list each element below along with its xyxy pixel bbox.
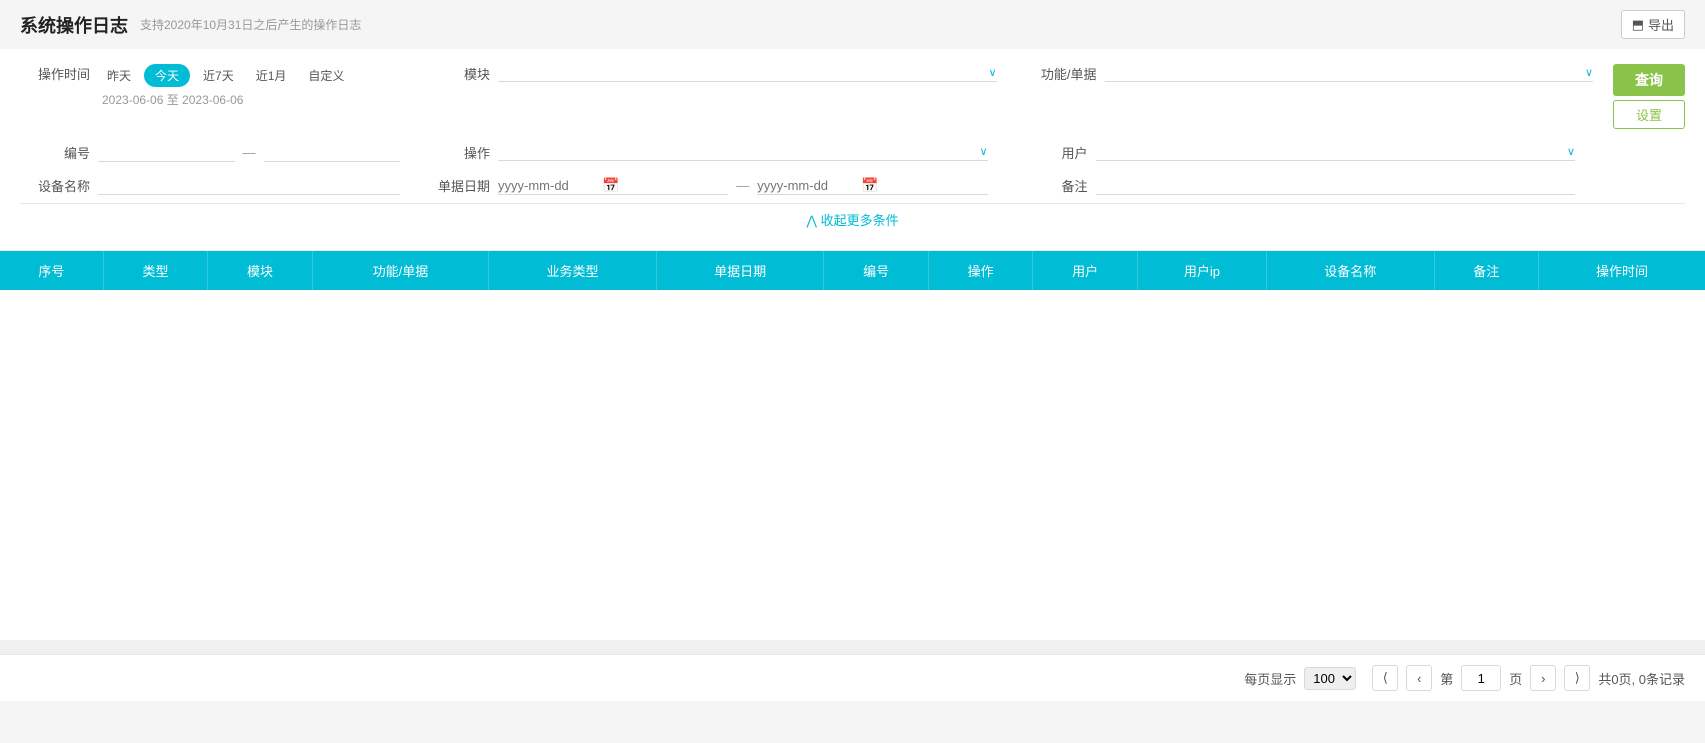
- number-label: 编号: [20, 143, 90, 162]
- time-range: 2023-06-06 至 2023-06-06: [102, 91, 353, 108]
- scrollbar-area[interactable]: [0, 640, 1705, 654]
- number-input-from[interactable]: [98, 144, 235, 159]
- remark-input[interactable]: [1096, 177, 1576, 192]
- operation-label: 操作: [420, 143, 490, 162]
- page-unit: 页: [1509, 669, 1522, 688]
- col-voucher-date: 单据日期: [656, 251, 824, 290]
- table-wrap: 序号 类型 模块 功能/单据 业务类型 单据日期 编号 操作 用户 用户ip 设…: [0, 251, 1705, 640]
- last-page-button[interactable]: ⟩: [1564, 665, 1590, 691]
- feature-select[interactable]: ∨: [1105, 66, 1594, 82]
- pagination-bar: 每页显示 100 50 200 ⟨ ‹ 第 页 › ⟩ 共0页, 0条记录: [0, 654, 1705, 701]
- export-button[interactable]: ⬒ 导出: [1621, 10, 1685, 39]
- user-label: 用户: [1008, 143, 1088, 162]
- module-label: 模块: [420, 64, 490, 83]
- col-biz-type: 业务类型: [489, 251, 657, 290]
- date-to-wrap: 📅: [757, 177, 987, 195]
- col-operation: 操作: [928, 251, 1032, 290]
- action-buttons: 查询 设置: [1613, 64, 1685, 129]
- operation-arrow-icon: ∨: [979, 145, 987, 158]
- empty-area: [0, 290, 1705, 640]
- date-from-input[interactable]: [498, 178, 598, 193]
- page-label: 第: [1440, 669, 1453, 688]
- number-input-from-wrap: [98, 144, 235, 162]
- time-btn-yesterday[interactable]: 昨天: [98, 64, 140, 87]
- data-table: 序号 类型 模块 功能/单据 业务类型 单据日期 编号 操作 用户 用户ip 设…: [0, 251, 1705, 290]
- time-buttons: 昨天 今天 近7天 近1月 自定义: [98, 64, 353, 87]
- page-header: 系统操作日志 支持2020年10月31日之后产生的操作日志 ⬒ 导出: [0, 0, 1705, 49]
- col-feature: 功能/单据: [312, 251, 488, 290]
- date-to-input[interactable]: [757, 178, 857, 193]
- table-header-row: 序号 类型 模块 功能/单据 业务类型 单据日期 编号 操作 用户 用户ip 设…: [0, 251, 1705, 290]
- page-subtitle: 支持2020年10月31日之后产生的操作日志: [140, 16, 361, 33]
- col-module: 模块: [208, 251, 312, 290]
- col-user-ip: 用户ip: [1137, 251, 1266, 290]
- collapse-icon: ⋀: [806, 213, 817, 228]
- module-arrow-icon: ∨: [988, 66, 996, 79]
- feature-label: 功能/单据: [1017, 64, 1097, 83]
- date-from-wrap: 📅: [498, 177, 728, 195]
- time-btn-7days[interactable]: 近7天: [194, 64, 243, 87]
- module-select[interactable]: ∨: [498, 66, 997, 82]
- prev-page-button[interactable]: ‹: [1406, 665, 1432, 691]
- col-remark: 备注: [1434, 251, 1538, 290]
- calendar-from-icon[interactable]: 📅: [602, 177, 619, 194]
- time-btn-1month[interactable]: 近1月: [247, 64, 296, 87]
- time-btn-today[interactable]: 今天: [144, 64, 190, 87]
- user-arrow-icon: ∨: [1567, 145, 1575, 158]
- number-input-to-wrap: [264, 144, 401, 162]
- first-page-button[interactable]: ⟨: [1372, 665, 1398, 691]
- next-page-button[interactable]: ›: [1530, 665, 1556, 691]
- setting-button[interactable]: 设置: [1613, 100, 1685, 129]
- time-label: 操作时间: [20, 64, 90, 83]
- query-button[interactable]: 查询: [1613, 64, 1685, 96]
- col-user: 用户: [1033, 251, 1137, 290]
- filter-area: 操作时间 昨天 今天 近7天 近1月 自定义 2023-06-06 至 2023…: [0, 49, 1705, 251]
- remark-label: 备注: [1008, 176, 1088, 195]
- device-input[interactable]: [98, 177, 400, 192]
- col-index: 序号: [0, 251, 103, 290]
- calendar-to-icon[interactable]: 📅: [861, 177, 878, 194]
- total-info: 共0页, 0条记录: [1598, 669, 1685, 688]
- page-size-select[interactable]: 100 50 200: [1304, 667, 1356, 690]
- export-icon: ⬒: [1632, 17, 1644, 33]
- col-type: 类型: [103, 251, 207, 290]
- col-number: 编号: [824, 251, 928, 290]
- collapse-label: 收起更多条件: [821, 213, 899, 228]
- title-area: 系统操作日志 支持2020年10月31日之后产生的操作日志: [20, 12, 361, 38]
- number-input-to[interactable]: [264, 144, 401, 159]
- page-title: 系统操作日志: [20, 12, 128, 38]
- current-page-input[interactable]: [1461, 665, 1501, 691]
- number-dash: —: [243, 145, 256, 160]
- date-dash: —: [736, 178, 749, 193]
- device-label: 设备名称: [20, 176, 90, 195]
- time-btn-custom[interactable]: 自定义: [299, 64, 353, 87]
- user-select[interactable]: ∨: [1096, 145, 1576, 161]
- per-page-label: 每页显示: [1244, 669, 1296, 688]
- col-operation-time: 操作时间: [1539, 251, 1705, 290]
- feature-arrow-icon: ∨: [1585, 66, 1593, 79]
- col-device: 设备名称: [1266, 251, 1434, 290]
- collapse-bar[interactable]: ⋀ 收起更多条件: [20, 203, 1685, 235]
- operation-select[interactable]: ∨: [498, 145, 988, 161]
- voucher-date-label: 单据日期: [420, 176, 490, 195]
